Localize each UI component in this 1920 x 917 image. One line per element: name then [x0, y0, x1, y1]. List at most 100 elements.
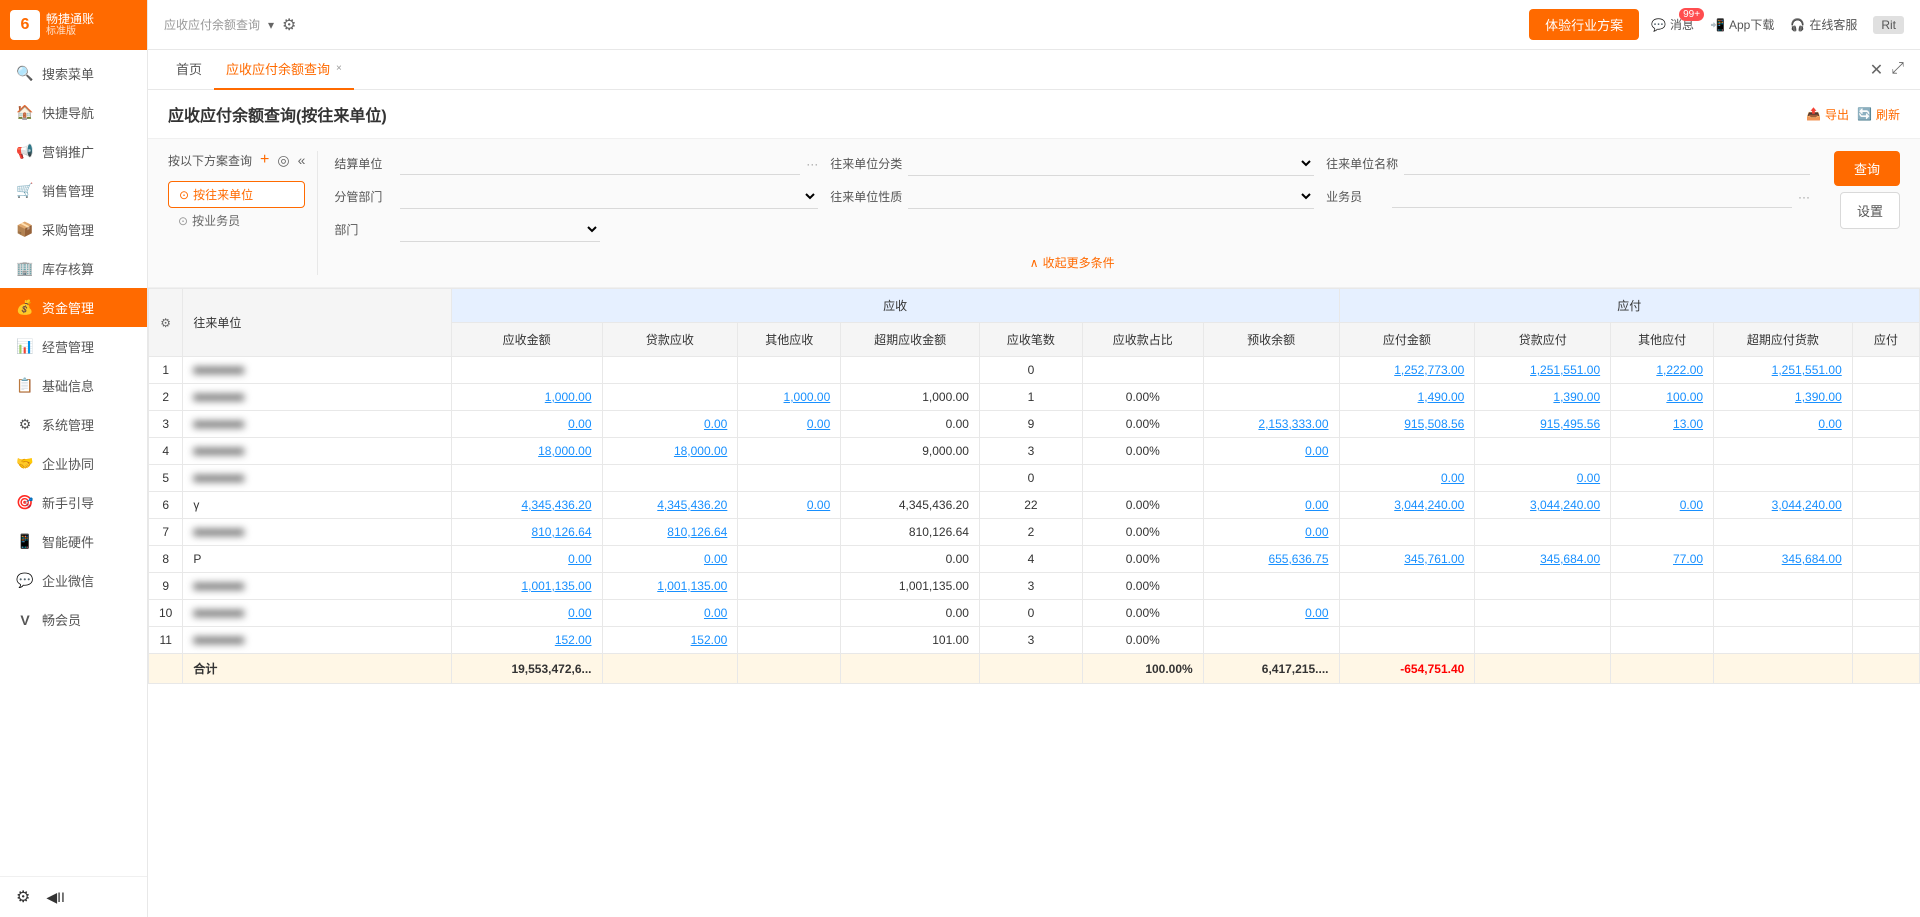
dropdown-arrow-icon[interactable]: ▾ [268, 18, 274, 32]
user-menu-button[interactable]: Rit [1873, 16, 1904, 34]
cell-link[interactable]: 1,000.00 [545, 390, 592, 404]
sidebar-item-funds[interactable]: 💰 资金管理 [0, 288, 147, 327]
cell-link[interactable]: 3,044,240.00 [1394, 498, 1464, 512]
col-partner-header: 往来单位 [183, 289, 451, 357]
query-button[interactable]: 查询 [1834, 151, 1900, 186]
cell-link[interactable]: 345,684.00 [1782, 552, 1842, 566]
cell-link[interactable]: 3,044,240.00 [1530, 498, 1600, 512]
cell-link[interactable]: 152.00 [691, 633, 728, 647]
cell-link[interactable]: 0.00 [1305, 498, 1328, 512]
cell-link[interactable]: 0.00 [568, 417, 591, 431]
partner-nature-select[interactable] [908, 184, 1314, 209]
cell-link[interactable]: 345,761.00 [1404, 552, 1464, 566]
cell-link[interactable]: 0.00 [1305, 525, 1328, 539]
filter-add-icon[interactable]: + [260, 151, 269, 169]
col-settings-header[interactable]: ⚙ [149, 289, 183, 357]
cell-link[interactable]: 1,390.00 [1795, 390, 1842, 404]
sidebar-item-basic-info[interactable]: 📋 基础信息 [0, 366, 147, 405]
sidebar-item-vip[interactable]: V 畅会员 [0, 600, 147, 639]
cell-link[interactable]: 0.00 [1441, 471, 1464, 485]
tab-close-window-icon[interactable]: ✕ [1870, 60, 1883, 80]
cell-link[interactable]: 0.00 [807, 498, 830, 512]
cell-link[interactable]: 0.00 [1577, 471, 1600, 485]
tab-arap[interactable]: 应收应付余额查询 × [214, 50, 354, 90]
message-button[interactable]: 💬 消息 99+ [1651, 16, 1694, 33]
department-select[interactable] [400, 217, 600, 242]
cell-link[interactable]: 3,044,240.00 [1772, 498, 1842, 512]
cell-link[interactable]: 1,490.00 [1418, 390, 1465, 404]
settlement-input[interactable] [400, 152, 800, 175]
tab-expand-icon[interactable]: ⤢ [1891, 60, 1904, 80]
settings-button[interactable]: 设置 [1840, 192, 1900, 229]
header-gear-icon[interactable]: ⚙ [282, 15, 296, 35]
cell-link[interactable]: 0.00 [568, 606, 591, 620]
cell-link[interactable]: 4,345,436.20 [521, 498, 591, 512]
partner-name-input[interactable] [1404, 152, 1810, 175]
cell-link[interactable]: 1,252,773.00 [1394, 363, 1464, 377]
salesperson-input[interactable] [1392, 185, 1792, 208]
cell-link[interactable]: 0.00 [1680, 498, 1703, 512]
cell-link[interactable]: 915,495.56 [1540, 417, 1600, 431]
cell-link[interactable]: 2,153,333.00 [1258, 417, 1328, 431]
cell-link[interactable]: 77.00 [1673, 552, 1703, 566]
filter-scheme-by-staff[interactable]: ⊙ 按业务员 [168, 208, 305, 233]
cell-link[interactable]: 13.00 [1673, 417, 1703, 431]
export-button[interactable]: 📤 导出 [1806, 106, 1849, 123]
cell-link[interactable]: 0.00 [704, 552, 727, 566]
filter-settings-icon[interactable]: ◎ [277, 152, 289, 169]
sidebar-item-enterprise[interactable]: 🤝 企业协同 [0, 444, 147, 483]
sidebar-item-wechat[interactable]: 💬 企业微信 [0, 561, 147, 600]
cell-link[interactable]: 1,222.00 [1656, 363, 1703, 377]
cell-link[interactable]: 18,000.00 [674, 444, 727, 458]
cell-link[interactable]: 152.00 [555, 633, 592, 647]
app-download-button[interactable]: 📲 App下载 [1710, 16, 1774, 33]
cell-link[interactable]: 655,636.75 [1268, 552, 1328, 566]
cell-link[interactable]: 1,251,551.00 [1772, 363, 1842, 377]
cell-link[interactable]: 100.00 [1666, 390, 1703, 404]
sidebar-item-sales[interactable]: 🛒 销售管理 [0, 171, 147, 210]
promo-button[interactable]: 体验行业方案 [1529, 9, 1639, 40]
sidebar-item-hardware[interactable]: 📱 智能硬件 [0, 522, 147, 561]
settings-icon[interactable]: ⚙ [16, 887, 30, 907]
online-service-button[interactable]: 🎧 在线客服 [1790, 16, 1857, 33]
sidebar-item-purchase[interactable]: 📦 采购管理 [0, 210, 147, 249]
filter-field-partner-nature: 往来单位性质 [830, 184, 1314, 209]
cell-link[interactable]: 810,126.64 [531, 525, 591, 539]
sidebar-item-operations[interactable]: 📊 经营管理 [0, 327, 147, 366]
filter-collapse-more[interactable]: ∧ 收起更多条件 [334, 250, 1810, 275]
cell-link[interactable]: 0.00 [807, 417, 830, 431]
tab-home[interactable]: 首页 [164, 50, 214, 90]
partner-category-select[interactable] [908, 151, 1314, 176]
sidebar-item-system[interactable]: ⚙ 系统管理 [0, 405, 147, 444]
cell-link[interactable]: 0.00 [1305, 444, 1328, 458]
filter-scheme-by-partner[interactable]: ⊙ 按往来单位 [168, 181, 305, 208]
cell-link[interactable]: 0.00 [704, 606, 727, 620]
refresh-button[interactable]: 🔄 刷新 [1857, 106, 1900, 123]
table-settings-icon[interactable]: ⚙ [160, 316, 171, 330]
sidebar-item-guide[interactable]: 🎯 新手引导 [0, 483, 147, 522]
cell-link[interactable]: 0.00 [568, 552, 591, 566]
cell-link[interactable]: 0.00 [1305, 606, 1328, 620]
tab-close-icon[interactable]: × [336, 63, 342, 74]
filter-collapse-icon[interactable]: « [298, 152, 306, 168]
cell-link[interactable]: 915,508.56 [1404, 417, 1464, 431]
cell-link[interactable]: 1,000.00 [784, 390, 831, 404]
sidebar-item-quick-nav[interactable]: 🏠 快捷导航 [0, 93, 147, 132]
cell-link[interactable]: 1,390.00 [1553, 390, 1600, 404]
cell-link[interactable]: 810,126.64 [667, 525, 727, 539]
cell-link[interactable]: 4,345,436.20 [657, 498, 727, 512]
sidebar-item-inventory[interactable]: 🏢 库存核算 [0, 249, 147, 288]
cell-link[interactable]: 18,000.00 [538, 444, 591, 458]
cell-link[interactable]: 345,684.00 [1540, 552, 1600, 566]
collapse-sidebar-icon[interactable]: ◀II [46, 889, 65, 906]
salesperson-dots[interactable]: ··· [1798, 190, 1810, 204]
cell-link[interactable]: 1,001,135.00 [657, 579, 727, 593]
cell-link[interactable]: 1,251,551.00 [1530, 363, 1600, 377]
cell-link[interactable]: 0.00 [1818, 417, 1841, 431]
dept-select[interactable] [400, 184, 818, 209]
sidebar-item-search-menu[interactable]: 🔍 搜索菜单 [0, 54, 147, 93]
settlement-dots[interactable]: ··· [806, 157, 818, 171]
sidebar-item-marketing[interactable]: 📢 营销推广 [0, 132, 147, 171]
cell-link[interactable]: 1,001,135.00 [521, 579, 591, 593]
cell-link[interactable]: 0.00 [704, 417, 727, 431]
